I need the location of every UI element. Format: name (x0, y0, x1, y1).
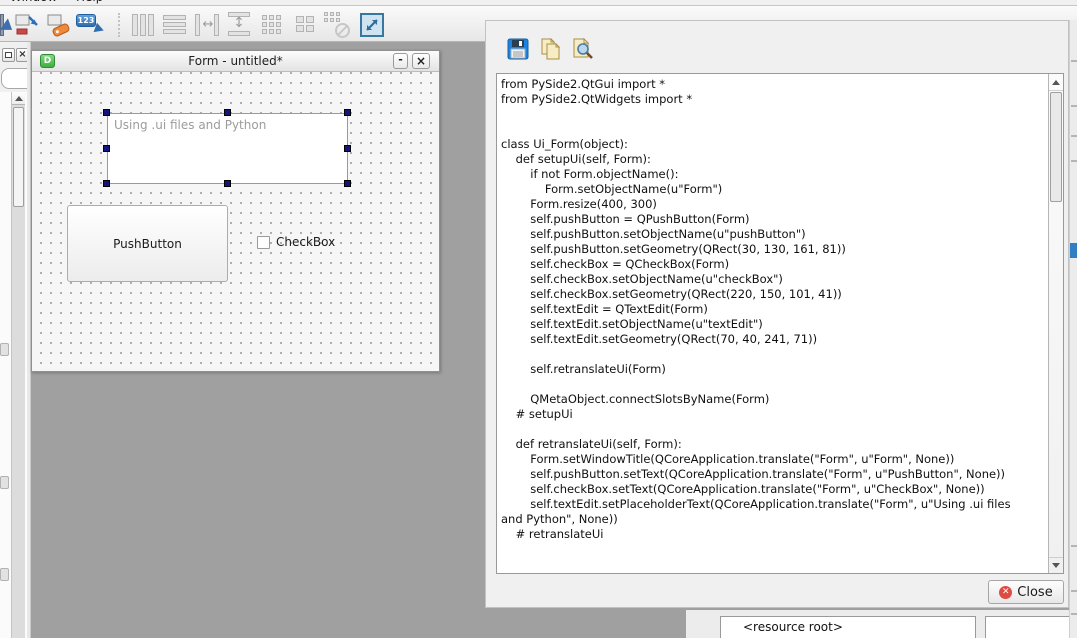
code-view[interactable]: from PySide2.QtGui import * from PySide2… (496, 73, 1064, 574)
scroll-up-button[interactable] (1049, 74, 1063, 91)
code-dialog-toolbar (486, 21, 1068, 71)
scroll-down-button[interactable] (1049, 557, 1063, 573)
form-window-titlebar[interactable]: D Form - untitled* - × (32, 51, 439, 72)
scroll-up-button[interactable] (12, 92, 25, 105)
selection-handle-ne[interactable] (344, 109, 351, 116)
selection-handle-nw[interactable] (103, 109, 110, 116)
edit-tab-order-icon[interactable]: 123 (76, 12, 106, 38)
close-button-label: Close (1017, 585, 1052, 600)
layout-horizontal-icon[interactable] (132, 12, 158, 38)
edge-mark (1071, 613, 1077, 615)
selection-sliver (1070, 243, 1077, 258)
float-icon (5, 52, 12, 58)
close-button[interactable]: ✕ Close (988, 580, 1064, 604)
tab-order-badge: 123 (76, 14, 96, 27)
tab-order-arrow (94, 23, 106, 35)
find-icon[interactable] (571, 37, 595, 61)
selection-handle-n[interactable] (224, 109, 231, 116)
qt-designer-window: Window Help 123 (0, 0, 1077, 638)
widget-category-item[interactable] (0, 568, 9, 581)
layout-vertical-icon[interactable] (163, 12, 189, 38)
arrow-down-icon (1052, 563, 1060, 568)
layout-grid-icon[interactable] (262, 12, 288, 38)
copy-icon[interactable] (539, 37, 563, 61)
form-designer-window: D Form - untitled* - × Using .ui files a… (31, 50, 440, 372)
form-window-title: Form - untitled* (32, 54, 439, 68)
textedit-placeholder: Using .ui files and Python (114, 118, 266, 132)
scrollbar-thumb[interactable] (1050, 92, 1062, 202)
resource-detail-pane[interactable] (985, 616, 1077, 638)
form-canvas[interactable]: Using .ui files and Python PushButton Ch… (32, 72, 439, 371)
selection-handle-e[interactable] (344, 145, 351, 152)
menu-bar: Window Help (0, 0, 1077, 6)
edge-mark (1071, 590, 1077, 592)
edit-buddies-icon[interactable] (47, 12, 73, 38)
menu-window[interactable]: Window (10, 0, 57, 4)
checkbox-label: CheckBox (276, 235, 335, 249)
selection-handle-w[interactable] (103, 145, 110, 152)
code-scrollbar[interactable] (1048, 74, 1063, 573)
widget-box-panel: × (0, 42, 27, 638)
save-icon[interactable] (506, 37, 530, 61)
code-text: from PySide2.QtGui import * from PySide2… (497, 74, 1048, 573)
resource-tree[interactable]: <resource root> (720, 616, 976, 638)
edit-signals-slots-icon[interactable] (15, 12, 41, 38)
dock-float-button[interactable] (2, 48, 15, 62)
adjust-size-icon[interactable] (359, 12, 385, 38)
widget-category-item[interactable] (0, 343, 9, 356)
widget-list[interactable] (0, 92, 27, 638)
background-window-sliver (1069, 20, 1077, 638)
layout-form-icon[interactable] (296, 12, 322, 38)
selection-handle-s[interactable] (224, 180, 231, 187)
layout-vertical-splitter-icon[interactable]: ↕ (227, 12, 253, 38)
widget-category-item[interactable] (0, 476, 9, 489)
toolbar-separator (118, 13, 120, 37)
checkbox-indicator[interactable] (257, 236, 270, 249)
edge-mark (1071, 160, 1077, 162)
arrow-up-icon (1052, 80, 1060, 85)
view-code-dialog: from PySide2.QtGui import * from PySide2… (485, 20, 1069, 608)
edge-mark (1071, 545, 1077, 547)
selection-handle-sw[interactable] (103, 180, 110, 187)
prohibition-icon (335, 23, 350, 38)
close-icon: × (18, 50, 26, 60)
pushbutton-widget[interactable]: PushButton (67, 205, 228, 282)
minimize-button[interactable]: - (393, 53, 408, 69)
selection-handle-se[interactable] (344, 180, 351, 187)
edit-widgets-icon[interactable] (0, 12, 13, 38)
menu-help[interactable]: Help (76, 0, 103, 4)
edge-mark (1071, 135, 1077, 137)
checkbox-widget[interactable]: CheckBox (257, 235, 335, 249)
edge-mark (1071, 105, 1077, 107)
widget-list-scrollbar[interactable] (11, 92, 25, 638)
close-button[interactable]: × (412, 53, 430, 69)
edge-mark (1071, 60, 1077, 62)
break-layout-icon[interactable] (324, 12, 350, 38)
resource-root-item[interactable]: <resource root> (743, 620, 843, 634)
close-x-icon: ✕ (999, 586, 1012, 599)
scrollbar-thumb[interactable] (13, 107, 24, 207)
textedit-widget[interactable]: Using .ui files and Python (107, 113, 348, 184)
resource-browser-panel: <resource root> (686, 610, 1077, 638)
layout-horizontal-splitter-icon[interactable]: ↔ (195, 12, 221, 38)
